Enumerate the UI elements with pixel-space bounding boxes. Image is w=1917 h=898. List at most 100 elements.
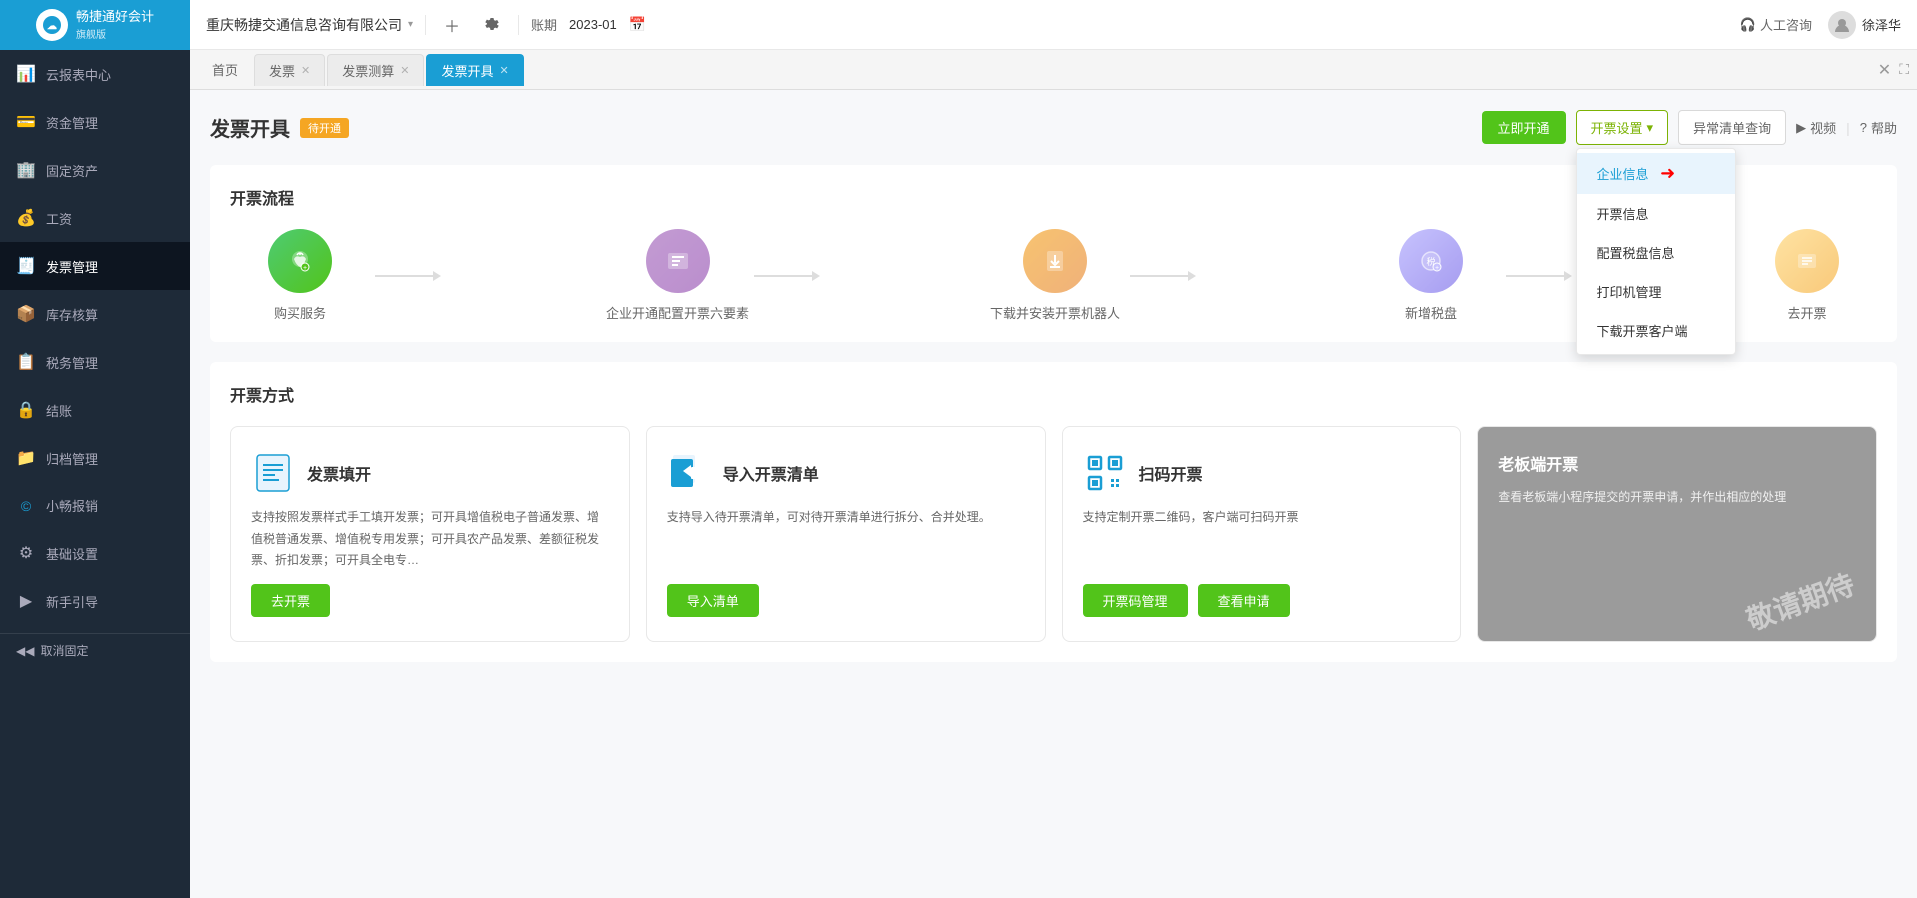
- fund-icon: 💳: [16, 112, 36, 132]
- calendar-icon[interactable]: 📅: [629, 16, 646, 33]
- tab-invoice-test[interactable]: 发票测算 ✕: [327, 54, 424, 86]
- app-subtitle: 旗舰版: [76, 26, 154, 41]
- anomaly-button[interactable]: 异常清单查询: [1678, 110, 1786, 145]
- sidebar-item-invoice[interactable]: 🧾 发票管理: [0, 242, 190, 290]
- methods-section: 开票方式: [210, 362, 1897, 662]
- svg-text:☁: ☁: [47, 21, 57, 32]
- boss-invoice-desc: 查看老板端小程序提交的开票申请，并作出相应的处理: [1498, 487, 1856, 509]
- user-avatar: [1828, 11, 1856, 39]
- invoice-icon: 🧾: [16, 256, 36, 276]
- sidebar-item-fixed-assets[interactable]: 🏢 固定资产: [0, 146, 190, 194]
- settings-chevron-icon: ▾: [1647, 120, 1654, 136]
- dropdown-item-company-info[interactable]: 企业信息 ➜: [1577, 153, 1735, 194]
- company-selector[interactable]: 重庆畅捷交通信息咨询有限公司 ▾: [206, 15, 413, 35]
- dropdown-item-tax-disk[interactable]: 配置税盘信息: [1577, 233, 1735, 272]
- guide-icon: ▶: [16, 591, 36, 611]
- app-name: 畅捷通好会计: [76, 9, 154, 26]
- tab-invoice-open-close[interactable]: ✕: [500, 64, 509, 77]
- video-button[interactable]: ▶ 视频: [1796, 118, 1836, 137]
- scan-invoice-name: 扫码开票: [1139, 461, 1203, 485]
- step-buy-icon: +: [268, 229, 332, 293]
- sidebar-item-archive[interactable]: 📁 归档管理: [0, 434, 190, 482]
- activate-button[interactable]: 立即开通: [1482, 111, 1566, 144]
- help-button[interactable]: ? 帮助: [1860, 118, 1897, 137]
- sidebar-item-checkout[interactable]: 🔒 结账: [0, 386, 190, 434]
- dropdown-item-download-client[interactable]: 下载开票客户端: [1577, 311, 1735, 350]
- method-fill-header: 发票填开: [251, 451, 609, 495]
- flow-step-buy: + 购买服务: [230, 229, 370, 322]
- sidebar-label-inventory: 库存核算: [46, 305, 98, 324]
- user-area[interactable]: 徐泽华: [1828, 11, 1901, 39]
- printer-label: 打印机管理: [1597, 285, 1662, 300]
- import-invoice-name: 导入开票清单: [723, 461, 819, 485]
- main-area: 📊 云报表中心 💳 资金管理 🏢 固定资产 💰 工资 🧾 发票管理 📦: [0, 50, 1917, 898]
- close-window-button[interactable]: ✕: [1878, 60, 1891, 80]
- dropdown-item-printer[interactable]: 打印机管理: [1577, 272, 1735, 311]
- method-card-boss: 老板端开票 查看老板端小程序提交的开票申请，并作出相应的处理 敬请期待: [1477, 426, 1877, 642]
- method-scan-header: 扫码开票: [1083, 451, 1441, 495]
- headset-icon: 🎧: [1740, 17, 1756, 33]
- import-invoice-button[interactable]: 导入清单: [667, 584, 759, 617]
- logo-icon: ☁: [36, 9, 68, 41]
- fill-invoice-icon: [251, 451, 295, 495]
- add-company-button[interactable]: ＋: [438, 11, 466, 39]
- checkout-icon: 🔒: [16, 400, 36, 420]
- sidebar-item-inventory[interactable]: 📦 库存核算: [0, 290, 190, 338]
- step-taxdisk-icon: 税+: [1399, 229, 1463, 293]
- help-icon: ?: [1860, 120, 1867, 135]
- invoice-info-label: 开票信息: [1597, 207, 1649, 222]
- scan-invoice-desc: 支持定制开票二维码，客户端可扫码开票: [1083, 507, 1441, 529]
- sidebar-item-guide[interactable]: ▶ 新手引导: [0, 577, 190, 625]
- sidebar-item-tax[interactable]: 📋 税务管理: [0, 338, 190, 386]
- step-config-icon: [646, 229, 710, 293]
- methods-section-title: 开票方式: [230, 382, 1877, 406]
- sidebar-item-fund[interactable]: 💳 资金管理: [0, 98, 190, 146]
- sidebar-item-cloud-report[interactable]: 📊 云报表中心: [0, 50, 190, 98]
- step-taxdisk-label: 新增税盘: [1405, 303, 1457, 322]
- flow-step-download: 下载并安装开票机器人: [985, 229, 1125, 322]
- step-download-label: 下载并安装开票机器人: [990, 303, 1120, 322]
- methods-grid: 发票填开 支持按照发票样式手工填开发票；可开具增值税电子普通发票、增值税普通发票…: [230, 426, 1877, 642]
- svg-text:+: +: [1435, 265, 1439, 272]
- qr-manage-button[interactable]: 开票码管理: [1083, 584, 1188, 617]
- page-title-area: 发票开具 待开通: [210, 113, 349, 142]
- sidebar-label-expense: 小畅报销: [46, 496, 98, 515]
- view-apply-button[interactable]: 查看申请: [1198, 584, 1290, 617]
- invoice-settings-button[interactable]: 开票设置 ▾: [1576, 110, 1669, 145]
- sidebar-label-guide: 新手引导: [46, 592, 98, 611]
- connector-1: [370, 275, 606, 277]
- tab-invoice-open[interactable]: 发票开具 ✕: [426, 54, 523, 86]
- divider-1: [425, 15, 426, 35]
- app-container: ☁ 畅捷通好会计 旗舰版 重庆畅捷交通信息咨询有限公司 ▾ ＋ 账期 2023-…: [0, 0, 1917, 898]
- sidebar-item-settings[interactable]: ⚙ 基础设置: [0, 529, 190, 577]
- page-content: 发票开具 待开通 立即开通 开票设置 ▾: [190, 90, 1917, 898]
- method-card-import: 导入开票清单 支持导入待开票清单，可对待开票清单进行拆分、合并处理。 导入清单: [646, 426, 1046, 642]
- tab-invoice[interactable]: 发票 ✕: [254, 54, 325, 86]
- tab-home[interactable]: 首页: [198, 54, 252, 86]
- tax-icon: 📋: [16, 352, 36, 372]
- sidebar-item-expense[interactable]: © 小畅报销: [0, 482, 190, 529]
- sidebar-label-fund: 资金管理: [46, 113, 98, 132]
- sidebar-label-settings: 基础设置: [46, 544, 98, 563]
- fill-invoice-button[interactable]: 去开票: [251, 584, 330, 617]
- consult-button[interactable]: 🎧 人工咨询: [1740, 15, 1812, 34]
- cancel-pin-label: 取消固定: [40, 642, 88, 659]
- maximize-button[interactable]: ⛶: [1899, 61, 1909, 78]
- settings-dropdown-menu: 企业信息 ➜ 开票信息 配置税盘信息 打印机管理: [1576, 148, 1736, 355]
- top-right: 🎧 人工咨询 徐泽华: [1740, 11, 1901, 39]
- cancel-pin-button[interactable]: ◀◀ 取消固定: [0, 633, 190, 667]
- content-area: 首页 发票 ✕ 发票测算 ✕ 发票开具 ✕ ✕ ⛶: [190, 50, 1917, 898]
- method-import-header: 导入开票清单: [667, 451, 1025, 495]
- sidebar-item-salary[interactable]: 💰 工资: [0, 194, 190, 242]
- cloud-report-icon: 📊: [16, 64, 36, 84]
- tab-invoice-close[interactable]: ✕: [301, 64, 310, 77]
- sidebar-label-cloud-report: 云报表中心: [46, 65, 111, 84]
- archive-icon: 📁: [16, 448, 36, 468]
- flow-step-config: 企业开通配置开票六要素: [606, 229, 749, 322]
- settings-button[interactable]: [478, 11, 506, 39]
- connector-3: [1125, 275, 1361, 277]
- tab-invoice-test-close[interactable]: ✕: [400, 64, 409, 77]
- scan-invoice-buttons: 开票码管理 查看申请: [1083, 584, 1441, 617]
- dropdown-item-invoice-info[interactable]: 开票信息: [1577, 194, 1735, 233]
- step-open-label: 去开票: [1788, 303, 1827, 322]
